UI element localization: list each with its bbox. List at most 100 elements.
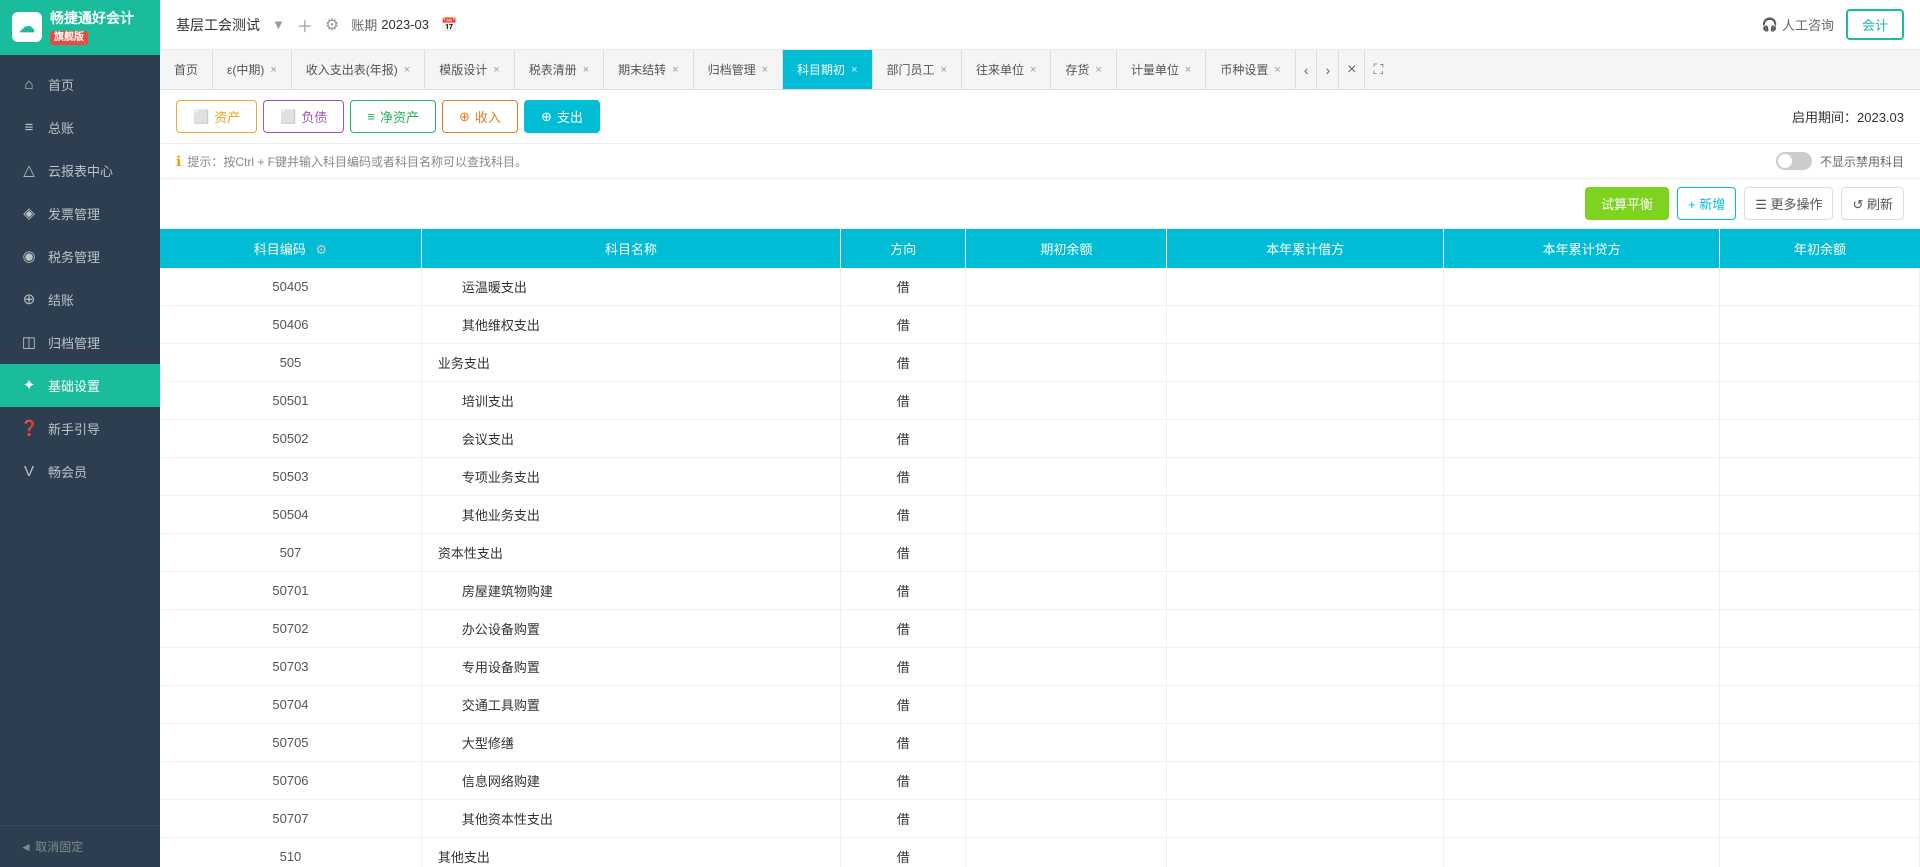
table-row[interactable]: 50504其他业务支出借 bbox=[160, 496, 1920, 534]
sidebar-item-report[interactable]: △ 云报表中心 bbox=[0, 149, 160, 192]
cell-code: 505 bbox=[160, 344, 421, 382]
cell-initial bbox=[966, 610, 1167, 648]
tab-close-all-btn[interactable]: × bbox=[1339, 50, 1365, 89]
table-row[interactable]: 50705大型修缮借 bbox=[160, 724, 1920, 762]
project-title: 基层工会测试 bbox=[176, 15, 260, 35]
table-row[interactable]: 50501培训支出借 bbox=[160, 382, 1920, 420]
tab-midterm[interactable]: ε(中期) × bbox=[213, 50, 292, 89]
cat-tab-equity[interactable]: ≡ 净资产 bbox=[350, 100, 436, 133]
calendar-icon[interactable]: 📅 bbox=[441, 17, 457, 33]
cat-tab-expenditure[interactable]: ⊕ 支出 bbox=[524, 100, 600, 133]
cell-year-initial bbox=[1720, 534, 1920, 572]
cell-initial bbox=[966, 382, 1167, 420]
sidebar-item-member[interactable]: V 畅会员 bbox=[0, 450, 160, 493]
tab-close-counter[interactable]: × bbox=[1030, 64, 1036, 76]
cat-tab-income[interactable]: ⊕ 收入 bbox=[442, 100, 518, 133]
period-label: 启用期间：2023.03 bbox=[1792, 107, 1904, 126]
table-row[interactable]: 505业务支出借 bbox=[160, 344, 1920, 382]
customer-service-btn[interactable]: 🎧 人工咨询 bbox=[1762, 15, 1834, 34]
add-project-btn[interactable]: ＋ bbox=[297, 13, 313, 37]
tab-close-account[interactable]: × bbox=[851, 64, 857, 76]
disable-toggle[interactable] bbox=[1776, 152, 1812, 170]
table-row[interactable]: 507资本性支出借 bbox=[160, 534, 1920, 572]
sidebar-item-guide[interactable]: ❓ 新手引导 bbox=[0, 407, 160, 450]
table-row[interactable]: 50702办公设备购置借 bbox=[160, 610, 1920, 648]
tab-close-tax[interactable]: × bbox=[583, 64, 589, 76]
cell-name: 培训支出 bbox=[421, 382, 840, 420]
user-role-btn[interactable]: 会计 bbox=[1846, 9, 1904, 40]
cell-direction: 借 bbox=[841, 344, 966, 382]
cell-ytd-credit bbox=[1443, 648, 1720, 686]
tab-template[interactable]: 模版设计 × bbox=[425, 50, 514, 89]
cell-ytd-debit bbox=[1167, 496, 1444, 534]
cat-tab-liability[interactable]: ⬜ 负债 bbox=[263, 100, 344, 133]
sidebar-item-archive[interactable]: ◫ 归档管理 bbox=[0, 321, 160, 364]
sidebar-item-settings[interactable]: ✦ 基础设置 bbox=[0, 364, 160, 407]
cell-name: 大型修缮 bbox=[421, 724, 840, 762]
tab-annual-report[interactable]: 收入支出表(年报) × bbox=[292, 50, 425, 89]
tab-close-currency[interactable]: × bbox=[1274, 64, 1280, 76]
tab-prev-btn[interactable]: ‹ bbox=[1296, 50, 1318, 89]
cell-ytd-debit bbox=[1167, 458, 1444, 496]
cell-year-initial bbox=[1720, 306, 1920, 344]
tab-archive[interactable]: 归档管理 × bbox=[694, 50, 783, 89]
cell-ytd-debit bbox=[1167, 344, 1444, 382]
table-row[interactable]: 50503专项业务支出借 bbox=[160, 458, 1920, 496]
balance-btn[interactable]: 试算平衡 bbox=[1585, 187, 1669, 220]
tab-close-unit[interactable]: × bbox=[1185, 64, 1191, 76]
action-bar: ℹ 提示：按Ctrl + F键并输入科目编码或者科目名称可以查找科目。 不显示禁… bbox=[160, 144, 1920, 179]
table-row[interactable]: 50707其他资本性支出借 bbox=[160, 800, 1920, 838]
logo-text: 畅捷通好会计 旗舰版 bbox=[50, 10, 134, 45]
col-settings-icon[interactable]: ⚙ bbox=[315, 242, 327, 257]
table-row[interactable]: 50706信息网络购建借 bbox=[160, 762, 1920, 800]
tab-close-annual[interactable]: × bbox=[404, 64, 410, 76]
tab-inventory[interactable]: 存货 × bbox=[1051, 50, 1116, 89]
sidebar-item-invoice[interactable]: ◈ 发票管理 bbox=[0, 192, 160, 235]
cell-code: 50405 bbox=[160, 268, 421, 306]
tab-account-initial[interactable]: 科目期初 × bbox=[783, 50, 872, 89]
table-row[interactable]: 50406其他维权支出借 bbox=[160, 306, 1920, 344]
tab-department[interactable]: 部门员工 × bbox=[873, 50, 962, 89]
tab-close-period[interactable]: × bbox=[672, 64, 678, 76]
tab-close-archive[interactable]: × bbox=[762, 64, 768, 76]
tab-close-template[interactable]: × bbox=[493, 64, 499, 76]
tab-close-dept[interactable]: × bbox=[941, 64, 947, 76]
sidebar-item-settle[interactable]: ⊕ 结账 bbox=[0, 278, 160, 321]
cell-ytd-debit bbox=[1167, 648, 1444, 686]
tab-next-btn[interactable]: › bbox=[1317, 50, 1339, 89]
tab-home[interactable]: 首页 bbox=[160, 50, 213, 89]
refresh-btn[interactable]: ↺ 刷新 bbox=[1841, 187, 1904, 220]
table-row[interactable]: 510其他支出借 bbox=[160, 838, 1920, 867]
table-row[interactable]: 50405运温暖支出借 bbox=[160, 268, 1920, 306]
cell-direction: 借 bbox=[841, 534, 966, 572]
tab-tax-list[interactable]: 税表清册 × bbox=[515, 50, 604, 89]
col-year-initial: 年初余额 bbox=[1720, 229, 1920, 268]
table-row[interactable]: 50704交通工具购置借 bbox=[160, 686, 1920, 724]
sidebar-collapse-btn[interactable]: ◄ 取消固定 bbox=[0, 825, 160, 867]
tab-counterparty[interactable]: 往来单位 × bbox=[962, 50, 1051, 89]
col-ytd-credit: 本年累计贷方 bbox=[1443, 229, 1720, 268]
sidebar-item-ledger[interactable]: ≡ 总账 bbox=[0, 106, 160, 149]
table-row[interactable]: 50703专用设备购置借 bbox=[160, 648, 1920, 686]
project-settings-icon[interactable]: ⚙ bbox=[325, 15, 339, 35]
tab-close-inventory[interactable]: × bbox=[1095, 64, 1101, 76]
asset-icon: ⬜ bbox=[193, 109, 209, 125]
cell-initial bbox=[966, 496, 1167, 534]
more-btn[interactable]: ☰ 更多操作 bbox=[1744, 187, 1833, 220]
table-row[interactable]: 50701房屋建筑物购建借 bbox=[160, 572, 1920, 610]
project-dropdown-icon[interactable]: ▼ bbox=[272, 17, 285, 32]
cat-tab-asset[interactable]: ⬜ 资产 bbox=[176, 100, 257, 133]
tab-expand-btn[interactable]: ⛶ bbox=[1365, 50, 1391, 89]
cell-year-initial bbox=[1720, 762, 1920, 800]
tab-unit[interactable]: 计量单位 × bbox=[1117, 50, 1206, 89]
tab-currency[interactable]: 币种设置 × bbox=[1206, 50, 1295, 89]
cell-direction: 借 bbox=[841, 458, 966, 496]
table-row[interactable]: 50502会议支出借 bbox=[160, 420, 1920, 458]
accounts-table-wrap: 科目编码 ⚙ 科目名称 方向 期初余额 本年累计借方 本年累计贷方 年初余额 5… bbox=[160, 229, 1920, 867]
add-btn[interactable]: + 新增 bbox=[1677, 187, 1736, 220]
sidebar-item-tax[interactable]: ◉ 税务管理 bbox=[0, 235, 160, 278]
sidebar-item-home[interactable]: ⌂ 首页 bbox=[0, 63, 160, 106]
cell-ytd-debit bbox=[1167, 306, 1444, 344]
tab-period-end[interactable]: 期末结转 × bbox=[604, 50, 693, 89]
tab-close-midterm[interactable]: × bbox=[270, 64, 276, 76]
